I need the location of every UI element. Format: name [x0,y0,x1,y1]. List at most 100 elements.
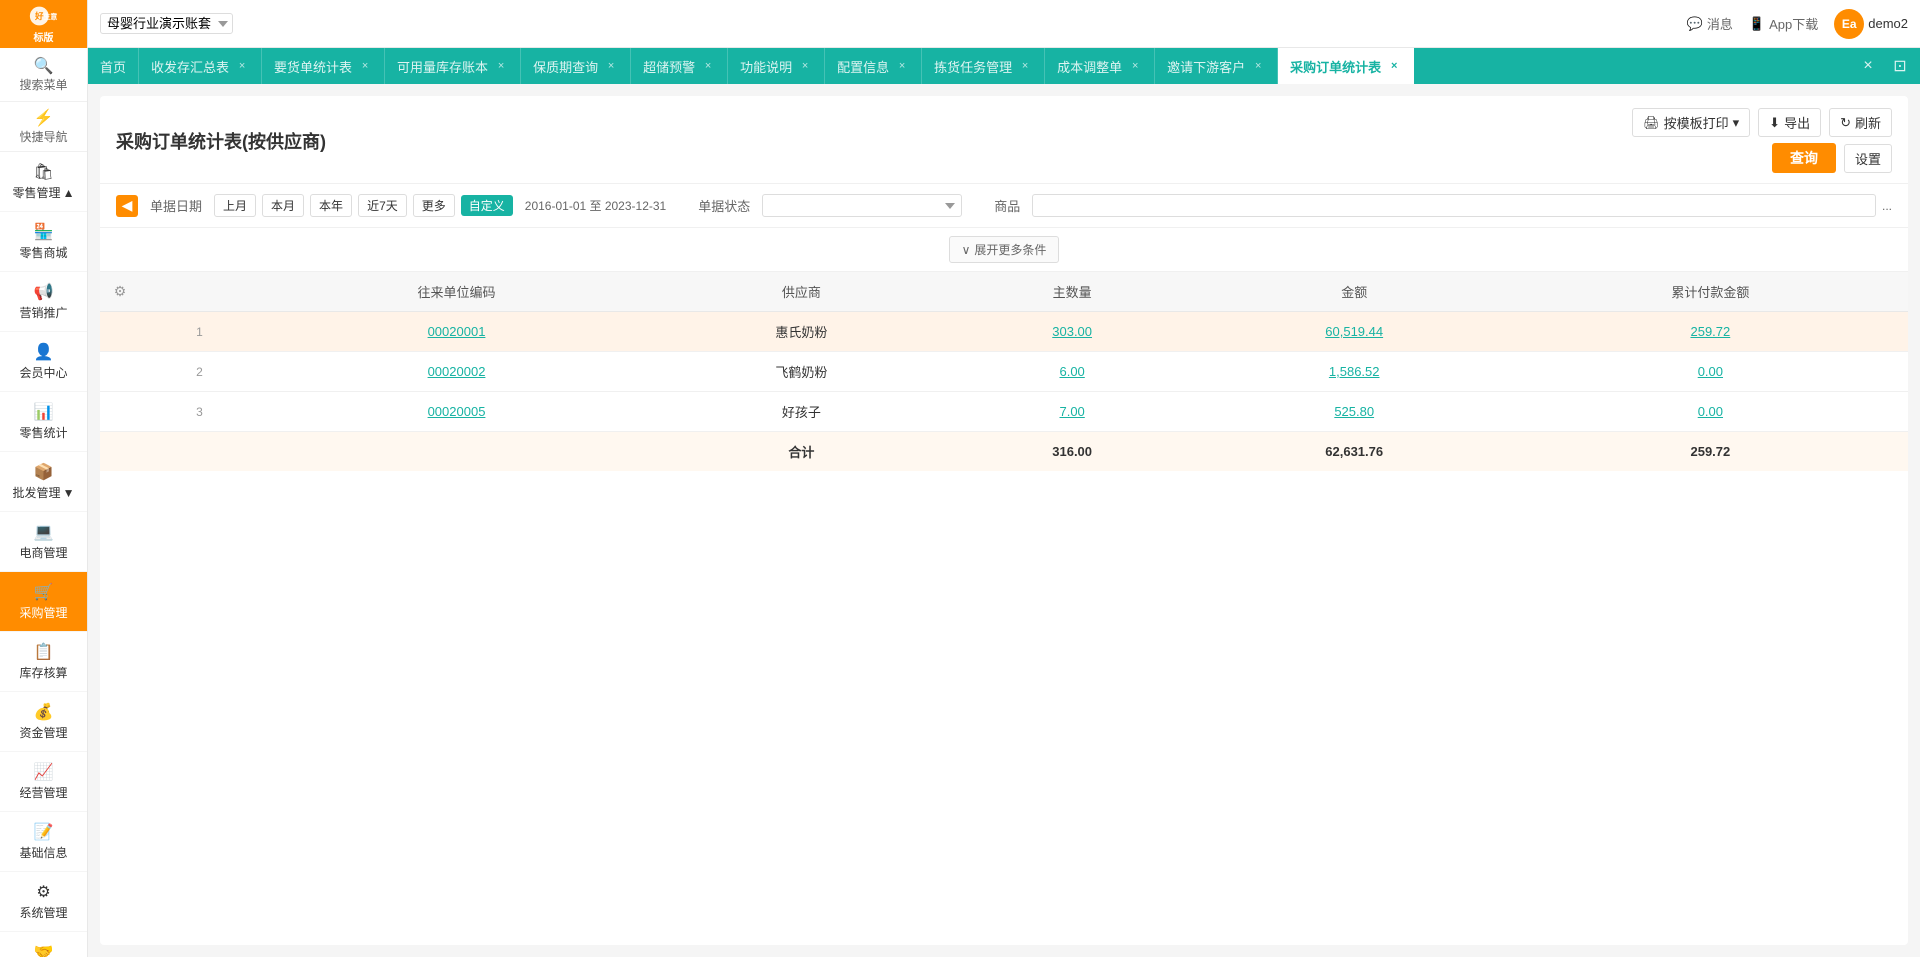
sidebar-item-retail-mall[interactable]: 🏪 零售商城 [0,212,87,272]
tab-purchase-order-stats-close[interactable]: × [1387,59,1401,73]
tab-home-label: 首页 [100,57,126,76]
row2-supplier-code-link[interactable]: 00020002 [428,364,486,379]
query-button[interactable]: 查询 [1772,143,1836,173]
date-quick-buttons: 上月 本月 本年 近7天 更多 自定义 [214,194,513,217]
message-action[interactable]: 💬 消息 [1687,14,1733,33]
more-conditions-btn[interactable]: ... [1882,199,1892,213]
sidebar-item-retail-mgmt[interactable]: 🛍 零售管理 ▲ [0,152,87,212]
table-row[interactable]: 3 00020005 好孩子 7.00 525.80 [100,392,1908,432]
tab-config-info-close[interactable]: × [895,59,909,73]
purchase-icon: 🛒 [34,582,54,602]
basic-info-icon: 📝 [34,822,54,842]
expand-more-btn[interactable]: ∨ 展开更多条件 [949,236,1060,263]
col-index [140,272,259,312]
sidebar-item-search[interactable]: 🔍 搜索菜单 [0,48,87,102]
tab-expiry-query-label: 保质期查询 [533,57,598,76]
tab-pick-task[interactable]: 拣货任务管理 × [922,48,1045,84]
row2-quantity-link[interactable]: 6.00 [1059,364,1084,379]
row1-amount-link[interactable]: 60,519.44 [1325,324,1383,339]
app-download-action[interactable]: 📱 App下载 [1749,14,1818,33]
header-row: ⚙ 往来单位编码 供应商 主数量 金额 累计付款金额 [100,272,1908,312]
tab-cost-adjust-close[interactable]: × [1128,59,1142,73]
row1-paid-amount-link[interactable]: 259.72 [1690,324,1730,339]
tab-function-desc[interactable]: 功能说明 × [728,48,825,84]
row3-quantity-link[interactable]: 7.00 [1059,404,1084,419]
row1-quantity-link[interactable]: 303.00 [1052,324,1092,339]
sidebar-item-enterprise[interactable]: 🤝 企业协同 [0,932,87,957]
tab-available-inventory[interactable]: 可用量库存账本 × [385,48,521,84]
tab-receive-summary[interactable]: 收发存汇总表 × [139,48,262,84]
tab-purchase-stats-close[interactable]: × [358,59,372,73]
row3-supplier-code-link[interactable]: 00020005 [428,404,486,419]
filter-area: ◀ 单据日期 上月 本月 本年 近7天 更多 自定义 2016-01-01 至 … [100,184,1908,228]
row1-amount: 60,519.44 [1196,312,1513,352]
col-amount-header: 金额 [1196,272,1513,312]
tab-window-restore-btn[interactable]: ⊡ [1888,54,1912,78]
table-row[interactable]: 1 00020001 惠氏奶粉 303.00 60,519.44 [100,312,1908,352]
tab-function-desc-close[interactable]: × [798,59,812,73]
tab-overstock-warning[interactable]: 超储预警 × [631,48,728,84]
status-select[interactable] [762,194,962,217]
table-row[interactable]: 2 00020002 飞鹤奶粉 6.00 1,586.52 [100,352,1908,392]
sidebar-item-member[interactable]: 👤 会员中心 [0,332,87,392]
footer-label: 合计 [654,432,949,472]
row2-amount-link[interactable]: 1,586.52 [1329,364,1380,379]
finance-icon: 💰 [34,702,54,722]
refresh-icon: ↻ [1840,115,1851,131]
tab-overstock-warning-close[interactable]: × [701,59,715,73]
tab-available-inventory-close[interactable]: × [494,59,508,73]
tab-cost-adjust[interactable]: 成本调整单 × [1045,48,1155,84]
date-last-month-btn[interactable]: 上月 [214,194,256,217]
settings-button[interactable]: 设置 [1844,144,1892,173]
tab-home[interactable]: 首页 [88,48,139,84]
sidebar-item-wholesale[interactable]: 📦 批发管理 ▼ [0,452,87,512]
date-this-year-btn[interactable]: 本年 [310,194,352,217]
date-custom-tag[interactable]: 自定义 [461,195,513,216]
tab-config-info[interactable]: 配置信息 × [825,48,922,84]
sidebar-item-basic-info[interactable]: 📝 基础信息 [0,812,87,872]
sidebar-item-ecom[interactable]: 💻 电商管理 [0,512,87,572]
tab-pick-task-close[interactable]: × [1018,59,1032,73]
tab-invite-customer[interactable]: 邀请下游客户 × [1155,48,1278,84]
finance-label: 资金管理 [19,724,67,741]
user-profile[interactable]: Ea demo2 [1834,9,1908,39]
sidebar-item-finance[interactable]: 💰 资金管理 [0,692,87,752]
sidebar-item-purchase[interactable]: 🛒 采购管理 [0,572,87,632]
row3-paid-amount-link[interactable]: 0.00 [1698,404,1723,419]
tab-available-inventory-label: 可用量库存账本 [397,57,488,76]
member-icon: 👤 [34,342,54,362]
product-input[interactable] [1032,194,1876,217]
user-name: demo2 [1868,16,1908,31]
workspace-selector: 母婴行业演示账套 [100,13,1687,34]
data-table: ⚙ 往来单位编码 供应商 主数量 金额 累计付款金额 [100,272,1908,471]
row2-paid-amount-link[interactable]: 0.00 [1698,364,1723,379]
row3-amount-link[interactable]: 525.80 [1334,404,1374,419]
sidebar-item-operations[interactable]: 📈 经营管理 [0,752,87,812]
tab-purchase-stats[interactable]: 要货单统计表 × [262,48,385,84]
tab-purchase-order-stats[interactable]: 采购订单统计表 × [1278,48,1414,84]
sidebar-item-inventory[interactable]: 📋 库存核算 [0,632,87,692]
date-more-btn[interactable]: 更多 [413,194,455,217]
marketing-label: 营销推广 [19,304,67,321]
tab-receive-summary-close[interactable]: × [235,59,249,73]
sidebar-item-quick-nav[interactable]: ⚡ 快捷导航 [0,102,87,152]
tab-expiry-query[interactable]: 保质期查询 × [521,48,631,84]
tab-purchase-stats-label: 要货单统计表 [274,57,352,76]
sidebar-item-marketing[interactable]: 📢 营销推广 [0,272,87,332]
row2-supplier-name: 飞鹤奶粉 [654,352,949,392]
row1-supplier-code-link[interactable]: 00020001 [428,324,486,339]
tab-window-close-btn[interactable]: × [1856,54,1880,78]
date-this-month-btn[interactable]: 本月 [262,194,304,217]
sidebar-item-system[interactable]: ⚙ 系统管理 [0,872,87,932]
column-settings-icon[interactable]: ⚙ [114,283,127,299]
tab-expiry-query-close[interactable]: × [604,59,618,73]
tab-invite-customer-close[interactable]: × [1251,59,1265,73]
export-button[interactable]: ⬇ 导出 [1758,108,1821,137]
row1-supplier-name: 惠氏奶粉 [654,312,949,352]
refresh-button[interactable]: ↻ 刷新 [1829,108,1892,137]
date-last7-btn[interactable]: 近7天 [358,194,407,217]
workspace-dropdown[interactable]: 母婴行业演示账套 [100,13,233,34]
filter-toggle-btn[interactable]: ◀ [116,195,138,217]
print-button[interactable]: 🖨 按模板打印 ▾ [1632,108,1750,137]
sidebar-item-retail-stats[interactable]: 📊 零售统计 [0,392,87,452]
